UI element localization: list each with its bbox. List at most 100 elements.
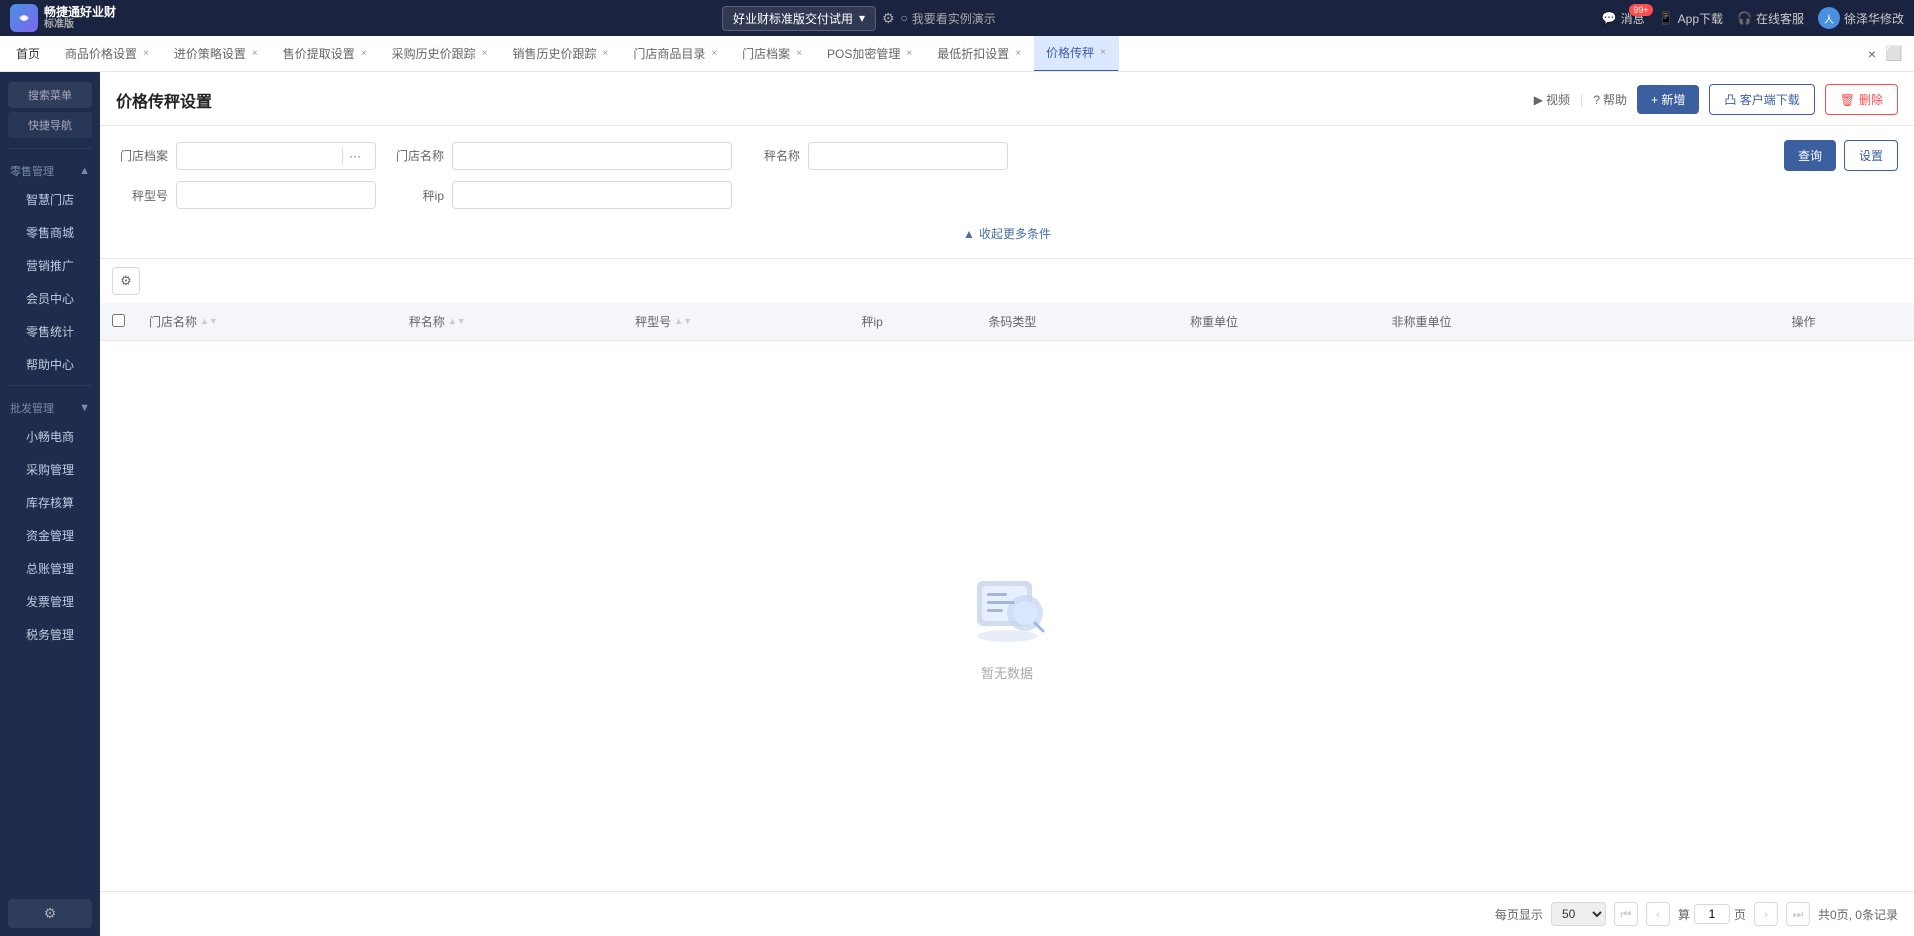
sidebar-item-tax[interactable]: 税务管理 [0,618,100,651]
prev-page-btn[interactable]: ‹ [1646,902,1670,926]
help-icon: ? [1593,93,1600,107]
table-settings-btn[interactable]: ⚙ [112,267,140,295]
tab-close-icon[interactable]: × [361,48,367,59]
data-table: 门店名称 ▲▼ 秤名称 ▲▼ 秤型号 [100,303,1914,341]
table-toolbar: ⚙ [100,259,1914,303]
close-window-btn[interactable]: × [1864,46,1880,62]
last-page-btn[interactable]: ⏭ [1786,902,1810,926]
tab-close-icon[interactable]: × [1015,48,1021,59]
sidebar-item-member[interactable]: 会员中心 [0,282,100,315]
topbar-right: 💬 消息 99+ 📱 App下载 🎧 在线客服 人 徐泽华修改 [1602,7,1904,29]
page-actions: ▶ 视频 | ? 帮助 + 新增 凸 客户端下载 🗑 删除 [1534,84,1898,115]
tab-store-catalog[interactable]: 门店商品目录 × [621,36,730,72]
tab-close-icon[interactable]: × [143,48,149,59]
app-download-btn[interactable]: 📱 App下载 [1659,10,1723,27]
th-barcode-type: 条码类型 [976,303,1178,341]
sidebar-divider-1 [8,148,92,149]
tab-close-icon[interactable]: × [711,48,717,59]
sidebar-item-smart-store[interactable]: 智慧门店 [0,183,100,216]
video-link[interactable]: ▶ 视频 [1534,91,1570,108]
app-name: 畅捷通好业财 [44,5,116,19]
user-info[interactable]: 人 徐泽华修改 [1818,7,1904,29]
tab-purchase-history[interactable]: 采购历史价跟踪 × [380,36,501,72]
search-row-1: 门店档案 ··· 门店名称 秤名称 查询 设置 [116,140,1898,171]
table-container: ⚙ 门店名称 ▲▼ [100,259,1914,891]
sidebar-item-purchase[interactable]: 采购管理 [0,453,100,486]
tab-sale-extract[interactable]: 售价提取设置 × [271,36,380,72]
collapse-btn[interactable]: ▲ 收起更多条件 [963,221,1051,246]
next-page-btn[interactable]: › [1754,902,1778,926]
add-btn[interactable]: + 新增 [1637,85,1699,114]
search-menu-btn[interactable]: 搜索菜单 [8,82,92,108]
tab-price-scale[interactable]: 价格传秤 × [1034,36,1119,72]
tab-price-settings[interactable]: 商品价格设置 × [53,36,162,72]
tab-close-icon[interactable]: × [1100,47,1106,58]
headset-icon: 🎧 [1737,11,1752,25]
settings-btn[interactable]: 设置 [1844,140,1898,171]
tab-min-discount[interactable]: 最低折扣设置 × [925,36,1034,72]
sort-store-name[interactable]: 门店名称 ▲▼ [149,313,385,330]
sidebar-settings-btn[interactable]: ⚙ [8,899,92,928]
tab-home[interactable]: 首页 [4,36,53,72]
empty-icon [957,551,1057,651]
tab-close-icon[interactable]: × [252,48,258,59]
sidebar-item-marketing[interactable]: 营销推广 [0,249,100,282]
sidebar-item-retail-stats[interactable]: 零售统计 [0,315,100,348]
sidebar-item-help[interactable]: 帮助中心 [0,348,100,381]
sidebar-item-finance[interactable]: 资金管理 [0,519,100,552]
sidebar-group-retail-header[interactable]: 零售管理 ▲ [0,155,100,183]
sidebar-item-inventory[interactable]: 库存核算 [0,486,100,519]
input-scale-name[interactable] [808,142,1008,170]
th-actions: 操作 [1780,303,1914,341]
empty-text: 暂无数据 [981,663,1033,682]
window-controls: × ⬜ [1856,46,1910,62]
input-store-profile[interactable]: ··· [176,142,376,170]
field-scale-name: 秤名称 [748,142,1008,170]
tab-close-icon[interactable]: × [796,48,802,59]
tab-store-profile[interactable]: 门店档案 × [730,36,815,72]
per-page-select[interactable]: 50 10 20 100 [1551,902,1606,926]
empty-state: 暂无数据 [100,341,1914,891]
quick-nav-btn[interactable]: 快捷导航 [8,112,92,138]
download-client-btn[interactable]: 凸 客户端下载 [1709,84,1814,115]
delete-btn[interactable]: 🗑 删除 [1825,84,1898,115]
collapse-area: ▲ 收起更多条件 [116,219,1898,250]
first-page-btn[interactable]: ⏮ [1614,902,1638,926]
edition-selector[interactable]: 好业财标准版交付试用 ▾ [722,6,876,31]
tab-close-icon[interactable]: × [602,48,608,59]
input-scale-ip[interactable] [452,181,732,209]
input-store-name[interactable] [452,142,732,170]
page-header: 价格传秤设置 ▶ 视频 | ? 帮助 + 新增 凸 客户端下载 🗑 [100,72,1914,126]
sidebar-item-retail-mall[interactable]: 零售商城 [0,216,100,249]
topbar-settings-btn[interactable]: ⚙ [882,10,895,27]
messages-badge: 99+ [1629,4,1652,16]
tab-sales-history[interactable]: 销售历史价跟踪 × [500,36,621,72]
help-link[interactable]: ? 帮助 [1593,91,1627,108]
separator-1: | [1580,92,1583,107]
tab-advance-strategy[interactable]: 进价策略设置 × [162,36,271,72]
sort-icon: ▲▼ [674,317,692,326]
th-store-name: 门店名称 ▲▼ [137,303,397,341]
tab-pos-management[interactable]: POS加密管理 × [815,36,925,72]
app-logo-icon [10,4,38,32]
maximize-window-btn[interactable]: ⬜ [1886,46,1902,62]
tab-close-icon[interactable]: × [482,48,488,59]
page-input[interactable] [1694,904,1730,924]
dots-btn[interactable]: ··· [342,149,367,163]
messages-btn[interactable]: 💬 消息 99+ [1602,10,1645,27]
demo-btn[interactable]: ○ 我要看实例演示 [901,10,996,27]
sidebar-item-invoice[interactable]: 发票管理 [0,585,100,618]
field-scale-model: 秤型号 [116,181,376,209]
online-service-btn[interactable]: 🎧 在线客服 [1737,10,1804,27]
sidebar-item-ecommerce[interactable]: 小畅电商 [0,420,100,453]
th-scale-name: 秤名称 ▲▼ [397,303,623,341]
sort-scale-model[interactable]: 秤型号 ▲▼ [635,313,837,330]
sort-scale-name[interactable]: 秤名称 ▲▼ [409,313,611,330]
per-page-label: 每页显示 [1495,906,1543,923]
search-btn[interactable]: 查询 [1784,140,1836,171]
tab-close-icon[interactable]: × [906,48,912,59]
input-scale-model[interactable] [176,181,376,209]
sidebar-group-wholesale-header[interactable]: 批发管理 ▼ [0,392,100,420]
select-all-checkbox[interactable] [112,314,125,327]
sidebar-item-general-ledger[interactable]: 总账管理 [0,552,100,585]
